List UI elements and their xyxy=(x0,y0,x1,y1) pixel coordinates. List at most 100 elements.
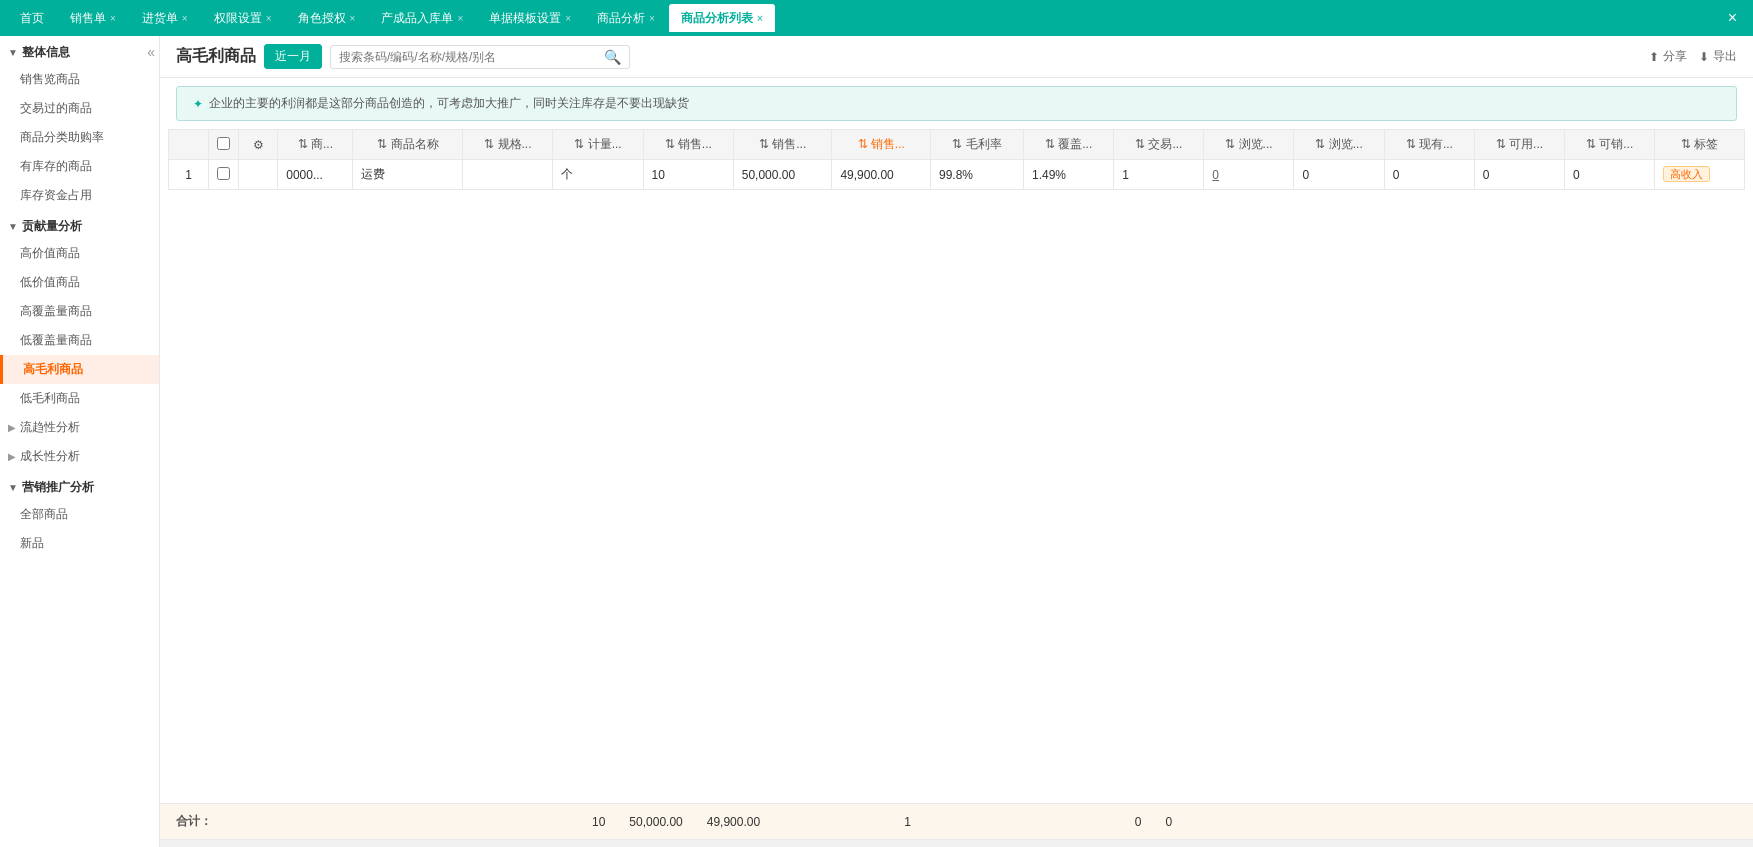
col-header-available-stock[interactable]: ⇅ 可用... xyxy=(1474,130,1564,160)
tab-permission[interactable]: 权限设置 × xyxy=(202,4,284,32)
close-icon[interactable]: × xyxy=(649,13,655,24)
filter-recent-month-button[interactable]: 近一月 xyxy=(264,44,322,69)
tab-home[interactable]: 首页 xyxy=(8,4,56,32)
cell-sellable-stock: 0 xyxy=(1565,160,1655,190)
close-icon[interactable]: × xyxy=(182,13,188,24)
col-header-checkbox[interactable] xyxy=(209,130,239,160)
cell-sales-qty: 10 xyxy=(643,160,733,190)
cell-tag: 高收入 xyxy=(1655,160,1745,190)
sidebar-item-low-value[interactable]: 低价值商品 xyxy=(0,268,159,297)
col-header-sellable-stock[interactable]: ⇅ 可销... xyxy=(1565,130,1655,160)
col-header-browse1[interactable]: ⇅ 浏览... xyxy=(1204,130,1294,160)
col-header-sales-qty[interactable]: ⇅ 销售... xyxy=(643,130,733,160)
search-box: 🔍 xyxy=(330,45,630,69)
col-header-code[interactable]: ⇅ 商... xyxy=(278,130,353,160)
footer-trans: 1 xyxy=(896,815,919,829)
sidebar-group-overview[interactable]: ▼ 整体信息 xyxy=(0,36,159,65)
col-header-tag[interactable]: ⇅ 标签 xyxy=(1655,130,1745,160)
close-icon[interactable]: × xyxy=(110,13,116,24)
table-header-row: ⚙ ⇅ 商... ⇅ 商品名称 ⇅ 规格... ⇅ 计量... xyxy=(169,130,1745,160)
top-nav: 首页 销售单 × 进货单 × 权限设置 × 角色授权 × 产成品入库单 × 单据… xyxy=(0,0,1753,36)
close-icon[interactable]: × xyxy=(266,13,272,24)
tab-role[interactable]: 角色授权 × xyxy=(286,4,368,32)
row-checkbox[interactable] xyxy=(217,167,230,180)
info-icon: ✦ xyxy=(193,97,203,111)
footer-available-stock: 0 xyxy=(1158,815,1181,829)
share-icon: ⬆ xyxy=(1649,50,1659,64)
sidebar-item-traded[interactable]: 交易过的商品 xyxy=(0,94,159,123)
cell-current-stock: 0 xyxy=(1384,160,1474,190)
footer-bar: 合计： 10 50,000.00 49,900.00 1 0 0 xyxy=(160,803,1753,839)
sidebar: « ▼ 整体信息 销售览商品 交易过的商品 商品分类助购率 有库存的商品 库存资… xyxy=(0,36,160,847)
close-icon[interactable]: × xyxy=(757,13,763,24)
footer-sales-qty: 10 xyxy=(584,815,613,829)
close-icon[interactable]: × xyxy=(457,13,463,24)
sidebar-item-in-stock[interactable]: 有库存的商品 xyxy=(0,152,159,181)
export-button[interactable]: ⬇ 导出 xyxy=(1699,48,1737,65)
col-header-current-stock[interactable]: ⇅ 现有... xyxy=(1384,130,1474,160)
tab-product-analysis[interactable]: 商品分析 × xyxy=(585,4,667,32)
col-header-trans[interactable]: ⇅ 交易... xyxy=(1114,130,1204,160)
chevron-down-icon: ▼ xyxy=(8,221,18,232)
search-icon[interactable]: 🔍 xyxy=(604,49,621,65)
cell-unit: 个 xyxy=(553,160,643,190)
footer-sales-profit: 49,900.00 xyxy=(699,815,768,829)
sidebar-group-growth[interactable]: ▶ 成长性分析 xyxy=(0,442,159,471)
cell-name: 运费 xyxy=(353,160,463,190)
col-header-coverage[interactable]: ⇅ 覆盖... xyxy=(1023,130,1113,160)
col-header-spec[interactable]: ⇅ 规格... xyxy=(463,130,553,160)
horizontal-scrollbar[interactable] xyxy=(160,839,1753,847)
table-row[interactable]: 1 0000... 运费 个 10 50,000.00 49,900.00 99… xyxy=(169,160,1745,190)
sidebar-group-trend[interactable]: ▶ 流趋性分析 xyxy=(0,413,159,442)
sidebar-item-stock-fund[interactable]: 库存资金占用 xyxy=(0,181,159,210)
close-icon[interactable]: × xyxy=(565,13,571,24)
footer-label: 合计： xyxy=(176,813,236,830)
tab-sales[interactable]: 销售单 × xyxy=(58,4,128,32)
sidebar-collapse-button[interactable]: « xyxy=(147,44,155,60)
cell-browse1[interactable]: 0 xyxy=(1204,160,1294,190)
footer-sales-amt: 50,000.00 xyxy=(621,815,690,829)
cell-sales-amt: 50,000.00 xyxy=(733,160,832,190)
tab-product-analysis-list[interactable]: 商品分析列表 × xyxy=(669,4,775,32)
export-icon: ⬇ xyxy=(1699,50,1709,64)
search-input[interactable] xyxy=(339,50,600,64)
sidebar-item-new-products[interactable]: 新品 xyxy=(0,529,159,558)
chevron-right-icon: ▶ xyxy=(8,451,16,462)
col-header-sales-amt[interactable]: ⇅ 销售... xyxy=(733,130,832,160)
sidebar-item-category-assist[interactable]: 商品分类助购率 xyxy=(0,123,159,152)
cell-code: 0000... xyxy=(278,160,353,190)
window-close-button[interactable]: × xyxy=(1720,9,1745,27)
chevron-down-icon: ▼ xyxy=(8,482,18,493)
tab-purchase[interactable]: 进货单 × xyxy=(130,4,200,32)
col-header-name[interactable]: ⇅ 商品名称 xyxy=(353,130,463,160)
sidebar-group-marketing[interactable]: ▼ 营销推广分析 xyxy=(0,471,159,500)
sidebar-item-high-value[interactable]: 高价值商品 xyxy=(0,239,159,268)
cell-gross-rate: 99.8% xyxy=(931,160,1024,190)
sidebar-item-low-margin[interactable]: 低毛利商品 xyxy=(0,384,159,413)
status-badge: 高收入 xyxy=(1663,166,1710,182)
tab-product-inbound[interactable]: 产成品入库单 × xyxy=(369,4,475,32)
tab-template[interactable]: 单据模板设置 × xyxy=(477,4,583,32)
sidebar-item-all-products[interactable]: 全部商品 xyxy=(0,500,159,529)
table-container[interactable]: ⚙ ⇅ 商... ⇅ 商品名称 ⇅ 规格... ⇅ 计量... xyxy=(160,129,1753,803)
cell-seq: 1 xyxy=(169,160,209,190)
col-header-gross-rate[interactable]: ⇅ 毛利率 xyxy=(931,130,1024,160)
close-icon[interactable]: × xyxy=(350,13,356,24)
sidebar-item-high-margin[interactable]: 高毛利商品 xyxy=(0,355,159,384)
sidebar-item-high-coverage[interactable]: 高覆盖量商品 xyxy=(0,297,159,326)
sidebar-item-low-coverage[interactable]: 低覆盖量商品 xyxy=(0,326,159,355)
col-header-sales-profit[interactable]: ⇅ 销售... xyxy=(832,130,931,160)
col-header-unit[interactable]: ⇅ 计量... xyxy=(553,130,643,160)
cell-available-stock: 0 xyxy=(1474,160,1564,190)
main-layout: « ▼ 整体信息 销售览商品 交易过的商品 商品分类助购率 有库存的商品 库存资… xyxy=(0,36,1753,847)
share-button[interactable]: ⬆ 分享 xyxy=(1649,48,1687,65)
sidebar-item-sales-browse[interactable]: 销售览商品 xyxy=(0,65,159,94)
col-header-settings[interactable]: ⚙ xyxy=(239,130,278,160)
select-all-checkbox[interactable] xyxy=(217,137,230,150)
info-bar: ✦ 企业的主要的利润都是这部分商品创造的，可考虑加大推广，同时关注库存是不要出现… xyxy=(176,86,1737,121)
sidebar-group-contribution[interactable]: ▼ 贡献量分析 xyxy=(0,210,159,239)
header-actions: ⬆ 分享 ⬇ 导出 xyxy=(1649,48,1737,65)
cell-spec xyxy=(463,160,553,190)
col-header-browse2[interactable]: ⇅ 浏览... xyxy=(1294,130,1384,160)
cell-checkbox[interactable] xyxy=(209,160,239,190)
